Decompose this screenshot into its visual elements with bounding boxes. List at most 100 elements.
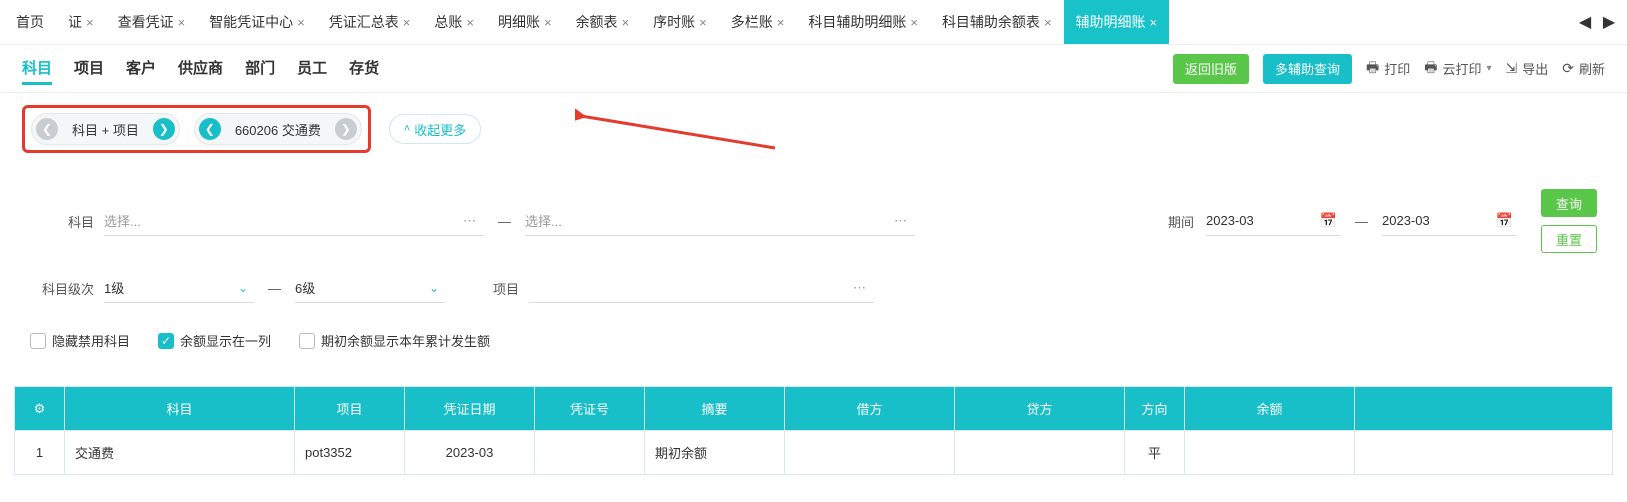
tab-general-ledger[interactable]: 总账× xyxy=(422,0,486,44)
back-old-button[interactable]: 返回旧版 xyxy=(1173,54,1249,84)
collapse-more-button[interactable]: ˄ 收起更多 xyxy=(389,114,481,144)
close-icon[interactable]: × xyxy=(1150,15,1158,30)
dim-tab-dept[interactable]: 部门 xyxy=(245,53,275,85)
chevron-down-icon: ▾ xyxy=(1486,63,1491,74)
callout-box: ❮ 科目 + 项目 ❯ ❮ 660206 交通费 ❯ xyxy=(22,105,371,153)
chevron-up-icon: ˄ xyxy=(404,123,410,135)
reset-button[interactable]: 重置 xyxy=(1541,225,1597,253)
cell-date: 2023-03 xyxy=(405,431,535,475)
gear-icon: ⚙ xyxy=(34,401,46,416)
project-label: 项目 xyxy=(445,279,529,298)
tab-voucher-summary[interactable]: 凭证汇总表× xyxy=(317,0,423,44)
close-icon[interactable]: × xyxy=(86,15,94,30)
level-from-select[interactable]: 1级⌄ xyxy=(104,273,254,303)
callout-arrow-icon xyxy=(575,93,795,153)
tab-subj-aux-balance[interactable]: 科目辅助余额表× xyxy=(930,0,1064,44)
close-icon[interactable]: × xyxy=(777,15,785,30)
ellipsis-icon: ⋯ xyxy=(888,213,915,229)
close-icon[interactable]: × xyxy=(622,15,630,30)
pill-row: ❮ 科目 + 项目 ❯ ❮ 660206 交通费 ❯ ˄ 收起更多 xyxy=(0,93,1627,165)
printer-icon: 🖶 xyxy=(1424,57,1437,81)
calendar-icon: 📅 xyxy=(1316,212,1341,229)
col-subject: 科目 xyxy=(65,387,295,431)
col-summary: 摘要 xyxy=(645,387,785,431)
level-to-select[interactable]: 6级⌄ xyxy=(295,273,445,303)
toolbar: 返回旧版 多辅助查询 🖶打印 🖶云打印▾ ⇲导出 ⟳刷新 xyxy=(1173,54,1605,84)
export-icon: ⇲ xyxy=(1506,60,1518,77)
tab-multi-col[interactable]: 多栏账× xyxy=(719,0,797,44)
query-button[interactable]: 查询 xyxy=(1541,189,1597,217)
close-icon[interactable]: × xyxy=(466,15,474,30)
table-row[interactable]: 1 交通费 pot3352 2023-03 期初余额 平 xyxy=(15,431,1613,475)
dim-tab-inventory[interactable]: 存货 xyxy=(349,53,379,85)
dim-tab-employee[interactable]: 员工 xyxy=(297,53,327,85)
project-input[interactable]: ⋯ xyxy=(529,273,874,303)
tab-subj-aux-detail[interactable]: 科目辅助明细账× xyxy=(796,0,930,44)
period-label: 期间 xyxy=(1168,212,1206,231)
tab-scroll-right-icon[interactable]: ▶ xyxy=(1597,12,1621,32)
col-debit: 借方 xyxy=(785,387,955,431)
refresh-button[interactable]: ⟳刷新 xyxy=(1562,59,1605,78)
subject-from-input[interactable]: 选择...⋯ xyxy=(104,206,484,236)
close-icon[interactable]: × xyxy=(1044,15,1052,30)
tab-home[interactable]: 首页 xyxy=(4,0,56,44)
tab-aux-detail[interactable]: 辅助明细账× xyxy=(1064,0,1170,44)
subject-label: 科目 xyxy=(30,212,104,231)
period-to-input[interactable]: 2023-03📅 xyxy=(1382,206,1517,236)
col-balance: 余额 xyxy=(1185,387,1355,431)
cell-debit xyxy=(785,431,955,475)
checkbox-icon xyxy=(30,333,46,349)
cell-vno xyxy=(535,431,645,475)
cell-balance xyxy=(1185,431,1355,475)
chevron-down-icon: ⌄ xyxy=(423,281,445,295)
tab-view-voucher[interactable]: 查看凭证× xyxy=(106,0,198,44)
period-from-input[interactable]: 2023-03📅 xyxy=(1206,206,1341,236)
close-icon[interactable]: × xyxy=(699,15,707,30)
checkbox-icon xyxy=(299,333,315,349)
tab-voucher[interactable]: 证× xyxy=(56,0,106,44)
tab-smart-voucher[interactable]: 智能凭证中心× xyxy=(197,0,317,44)
close-icon[interactable]: × xyxy=(910,15,918,30)
print-button[interactable]: 🖶打印 xyxy=(1366,57,1410,81)
checkbox-row: 隐藏禁用科目 ✓ 余额显示在一列 期初余额显示本年累计发生额 xyxy=(30,331,1597,350)
dim-tab-subject[interactable]: 科目 xyxy=(22,53,52,85)
cell-direction: 平 xyxy=(1125,431,1185,475)
combo-pill[interactable]: ❮ 科目 + 项目 ❯ xyxy=(31,113,180,145)
subject-to-input[interactable]: 选择...⋯ xyxy=(525,206,915,236)
col-credit: 贷方 xyxy=(955,387,1125,431)
export-button[interactable]: ⇲导出 xyxy=(1506,59,1549,78)
close-icon[interactable]: × xyxy=(297,15,305,30)
multi-aux-query-button[interactable]: 多辅助查询 xyxy=(1263,54,1352,84)
close-icon[interactable]: × xyxy=(544,15,552,30)
range-separator: — xyxy=(1341,214,1382,229)
chevron-left-icon[interactable]: ❮ xyxy=(36,118,58,140)
opening-ytd-checkbox[interactable]: 期初余额显示本年累计发生额 xyxy=(299,331,490,350)
close-icon[interactable]: × xyxy=(403,15,411,30)
cell-extra xyxy=(1355,431,1613,475)
filter-panel: 科目 选择...⋯ — 选择...⋯ 期间 2023-03📅 — 2023-03… xyxy=(0,165,1627,368)
tab-scroll-left-icon[interactable]: ◀ xyxy=(1573,12,1597,32)
balance-one-col-checkbox[interactable]: ✓ 余额显示在一列 xyxy=(158,331,271,350)
cell-summary: 期初余额 xyxy=(645,431,785,475)
combo-pill-text: 科目 + 项目 xyxy=(58,120,153,139)
col-project: 项目 xyxy=(295,387,405,431)
cell-credit xyxy=(955,431,1125,475)
tab-balance[interactable]: 余额表× xyxy=(564,0,642,44)
tab-journal[interactable]: 序时账× xyxy=(641,0,719,44)
tab-detail-ledger[interactable]: 明细账× xyxy=(486,0,564,44)
col-gear[interactable]: ⚙ xyxy=(15,387,65,431)
dim-tab-vendor[interactable]: 供应商 xyxy=(178,53,223,85)
dim-tab-customer[interactable]: 客户 xyxy=(126,53,156,85)
close-icon[interactable]: × xyxy=(178,15,186,30)
cloud-print-button[interactable]: 🖶云打印▾ xyxy=(1424,57,1491,81)
account-pill[interactable]: ❮ 660206 交通费 ❯ xyxy=(194,113,362,145)
dim-tab-project[interactable]: 项目 xyxy=(74,53,104,85)
cell-project: pot3352 xyxy=(295,431,405,475)
chevron-left-icon[interactable]: ❮ xyxy=(199,118,221,140)
chevron-right-icon[interactable]: ❯ xyxy=(153,118,175,140)
chevron-right-icon[interactable]: ❯ xyxy=(335,118,357,140)
checkbox-checked-icon: ✓ xyxy=(158,333,174,349)
col-voucher-no: 凭证号 xyxy=(535,387,645,431)
hide-disabled-checkbox[interactable]: 隐藏禁用科目 xyxy=(30,331,130,350)
ellipsis-icon: ⋯ xyxy=(847,280,874,296)
